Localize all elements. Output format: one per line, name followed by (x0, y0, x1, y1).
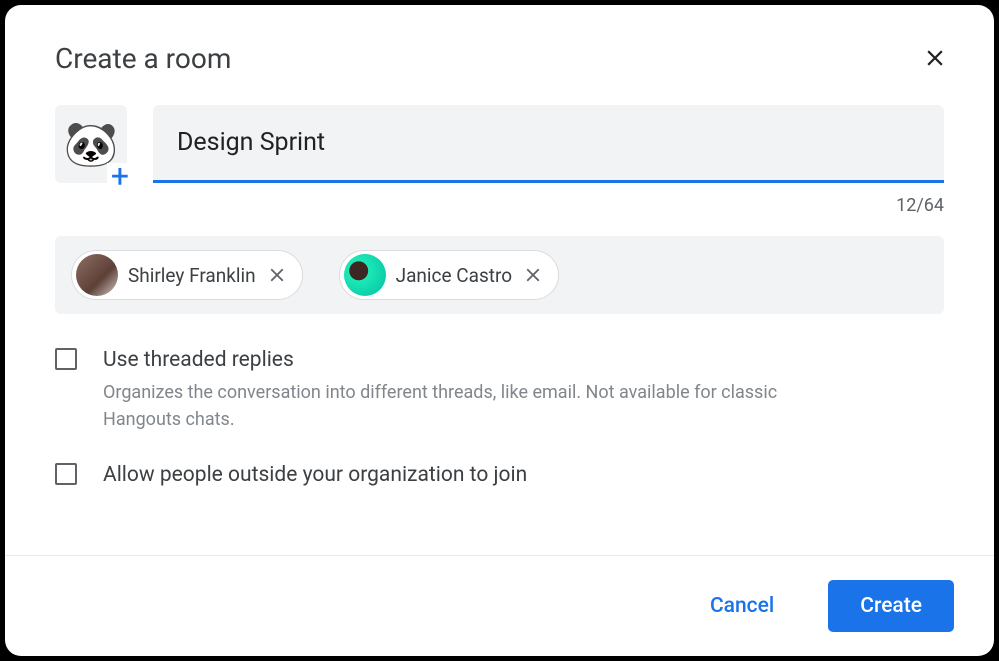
option-text: Allow people outside your organization t… (103, 461, 944, 490)
option-text: Use threaded replies Organizes the conve… (103, 346, 944, 433)
remove-member-button[interactable] (520, 262, 546, 288)
members-box[interactable]: Shirley Franklin Janice Castro (55, 236, 944, 314)
option-description: Organizes the conversation into differen… (103, 379, 823, 433)
option-title: Use threaded replies (103, 346, 944, 375)
external-join-option: Allow people outside your organization t… (55, 461, 944, 490)
member-name: Shirley Franklin (128, 264, 256, 287)
cancel-button[interactable]: Cancel (678, 580, 806, 632)
close-button[interactable] (918, 41, 952, 75)
external-join-checkbox[interactable] (55, 463, 77, 485)
dialog-content: 🐼 + 12/64 Shirley Franklin Janice Castro (5, 75, 994, 555)
plus-icon: + (107, 163, 133, 189)
member-chip: Janice Castro (339, 250, 559, 300)
close-icon (266, 264, 288, 286)
close-icon (922, 45, 948, 71)
option-title: Allow people outside your organization t… (103, 461, 944, 490)
dialog-footer: Cancel Create (5, 555, 994, 656)
char-count: 12/64 (153, 195, 944, 216)
emoji-picker[interactable]: 🐼 + (55, 105, 127, 183)
options: Use threaded replies Organizes the conve… (55, 346, 944, 491)
threaded-replies-option: Use threaded replies Organizes the conve… (55, 346, 944, 433)
create-button[interactable]: Create (828, 580, 954, 632)
member-name: Janice Castro (396, 264, 512, 287)
name-row: 🐼 + 12/64 (55, 105, 944, 216)
avatar (344, 254, 386, 296)
close-icon (522, 264, 544, 286)
dialog-header: Create a room (5, 5, 994, 75)
room-name-input[interactable] (153, 105, 944, 183)
member-chip: Shirley Franklin (71, 250, 303, 300)
create-room-dialog: Create a room 🐼 + 12/64 Shirley Franklin (5, 5, 994, 656)
threaded-replies-checkbox[interactable] (55, 348, 77, 370)
remove-member-button[interactable] (264, 262, 290, 288)
name-input-wrapper: 12/64 (153, 105, 944, 216)
avatar (76, 254, 118, 296)
dialog-title: Create a room (55, 42, 231, 75)
